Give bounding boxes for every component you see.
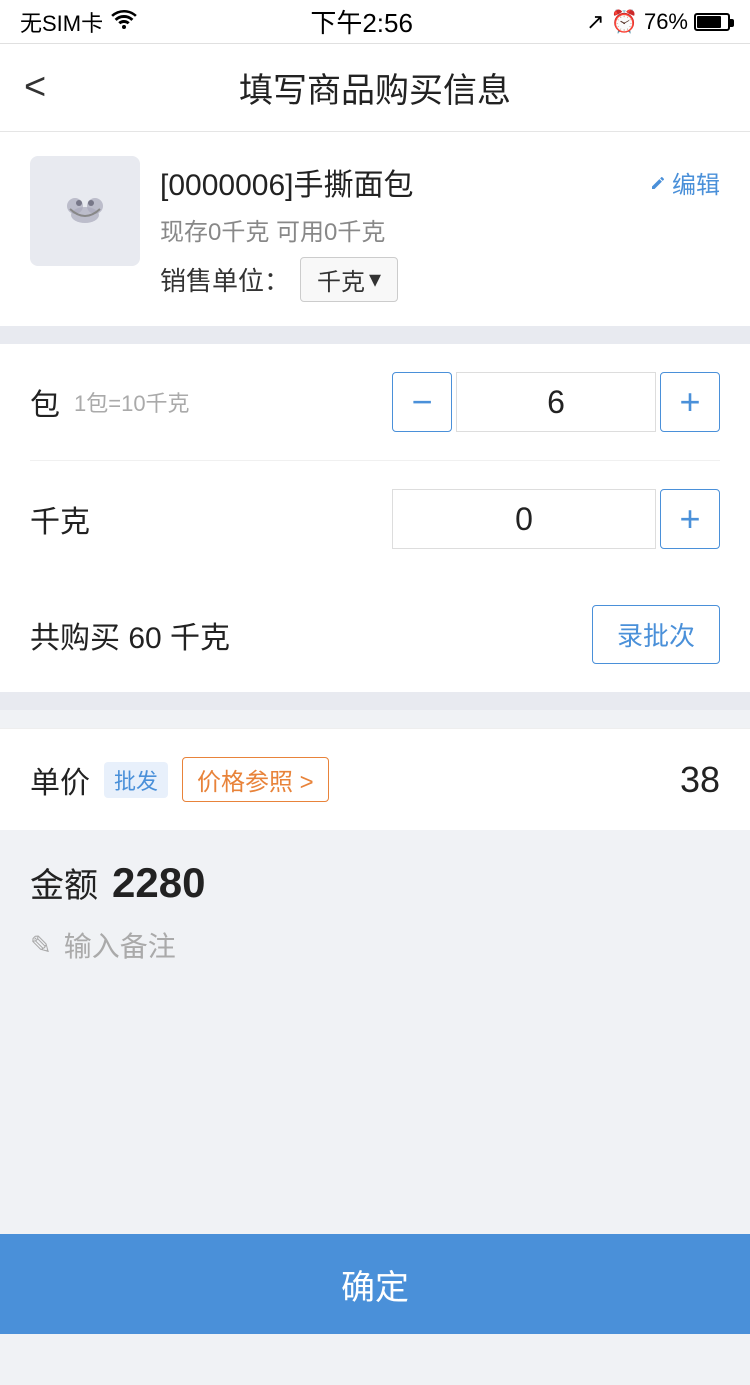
confirm-button[interactable]: 确定 <box>341 1260 409 1309</box>
summary-text: 共购买 60 千克 <box>30 613 230 657</box>
note-row[interactable]: ✎ 输入备注 <box>30 925 720 985</box>
amount-section: 金额 2280 ✎ 输入备注 <box>0 830 750 985</box>
product-unit-row: 销售单位： 千克 ▾ <box>160 257 720 302</box>
kg-label: 千克 <box>30 497 90 541</box>
unit-label: 销售单位： <box>160 261 290 298</box>
kg-quantity-input[interactable] <box>392 489 656 549</box>
wifi-icon <box>111 9 137 35</box>
confirm-bar[interactable]: 确定 <box>0 1234 750 1334</box>
status-right: ↗ ⏰ 76% <box>586 9 730 35</box>
product-name: [0000006]手撕面包 <box>160 160 413 204</box>
summary-section: 共购买 60 千克 录批次 <box>0 577 750 692</box>
status-left: 无SIM卡 <box>20 6 137 38</box>
nav-bar: < 填写商品购买信息 <box>0 44 750 132</box>
batch-button[interactable]: 录批次 <box>592 605 720 664</box>
unit-select[interactable]: 千克 ▾ <box>300 257 398 302</box>
pack-decrement-button[interactable]: − <box>392 372 452 432</box>
edit-button[interactable]: 编辑 <box>650 165 720 200</box>
note-icon: ✎ <box>30 930 52 961</box>
back-button[interactable]: < <box>24 66 46 109</box>
price-section: 单价 批发 价格参照 > 38 <box>0 728 750 830</box>
kg-quantity-control: + <box>392 489 720 549</box>
location-icon: ↗ <box>586 9 604 35</box>
note-placeholder: 输入备注 <box>64 925 176 965</box>
pack-increment-button[interactable]: + <box>660 372 720 432</box>
form-section: 包 1包=10千克 − + 千克 + <box>0 344 750 577</box>
product-stock: 现存0千克 可用0千克 <box>160 212 720 247</box>
section-divider-2 <box>0 692 750 710</box>
amount-value: 2280 <box>112 859 205 907</box>
pack-hint: 1包=10千克 <box>74 386 190 418</box>
pack-row: 包 1包=10千克 − + <box>30 344 720 461</box>
product-thumbnail <box>30 156 140 266</box>
kg-row: 千克 + <box>30 461 720 577</box>
kg-increment-button[interactable]: + <box>660 489 720 549</box>
status-bar: 无SIM卡 下午2:56 ↗ ⏰ 76% <box>0 0 750 44</box>
section-divider-1 <box>0 326 750 344</box>
product-info: [0000006]手撕面包 编辑 现存0千克 可用0千克 销售单位： 千克 ▾ <box>160 156 720 302</box>
product-card: [0000006]手撕面包 编辑 现存0千克 可用0千克 销售单位： 千克 ▾ <box>0 132 750 326</box>
carrier-label: 无SIM卡 <box>20 6 103 38</box>
pack-quantity-input[interactable] <box>456 372 656 432</box>
alarm-icon: ⏰ <box>611 9 638 35</box>
status-time: 下午2:56 <box>310 3 413 40</box>
price-ref-button[interactable]: 价格参照 > <box>182 757 329 802</box>
pack-label: 包 1包=10千克 <box>30 380 190 424</box>
battery-percent: 76% <box>644 9 688 35</box>
battery-icon <box>694 13 730 31</box>
price-tag: 批发 <box>104 762 168 798</box>
pack-quantity-control: − + <box>392 372 720 432</box>
amount-label: 金额 <box>30 858 98 907</box>
page-title: 填写商品购买信息 <box>239 63 511 112</box>
amount-row: 金额 2280 <box>30 858 720 907</box>
price-row: 单价 批发 价格参照 > 38 <box>30 757 720 802</box>
price-value: 38 <box>680 759 720 801</box>
price-label: 单价 <box>30 758 90 802</box>
